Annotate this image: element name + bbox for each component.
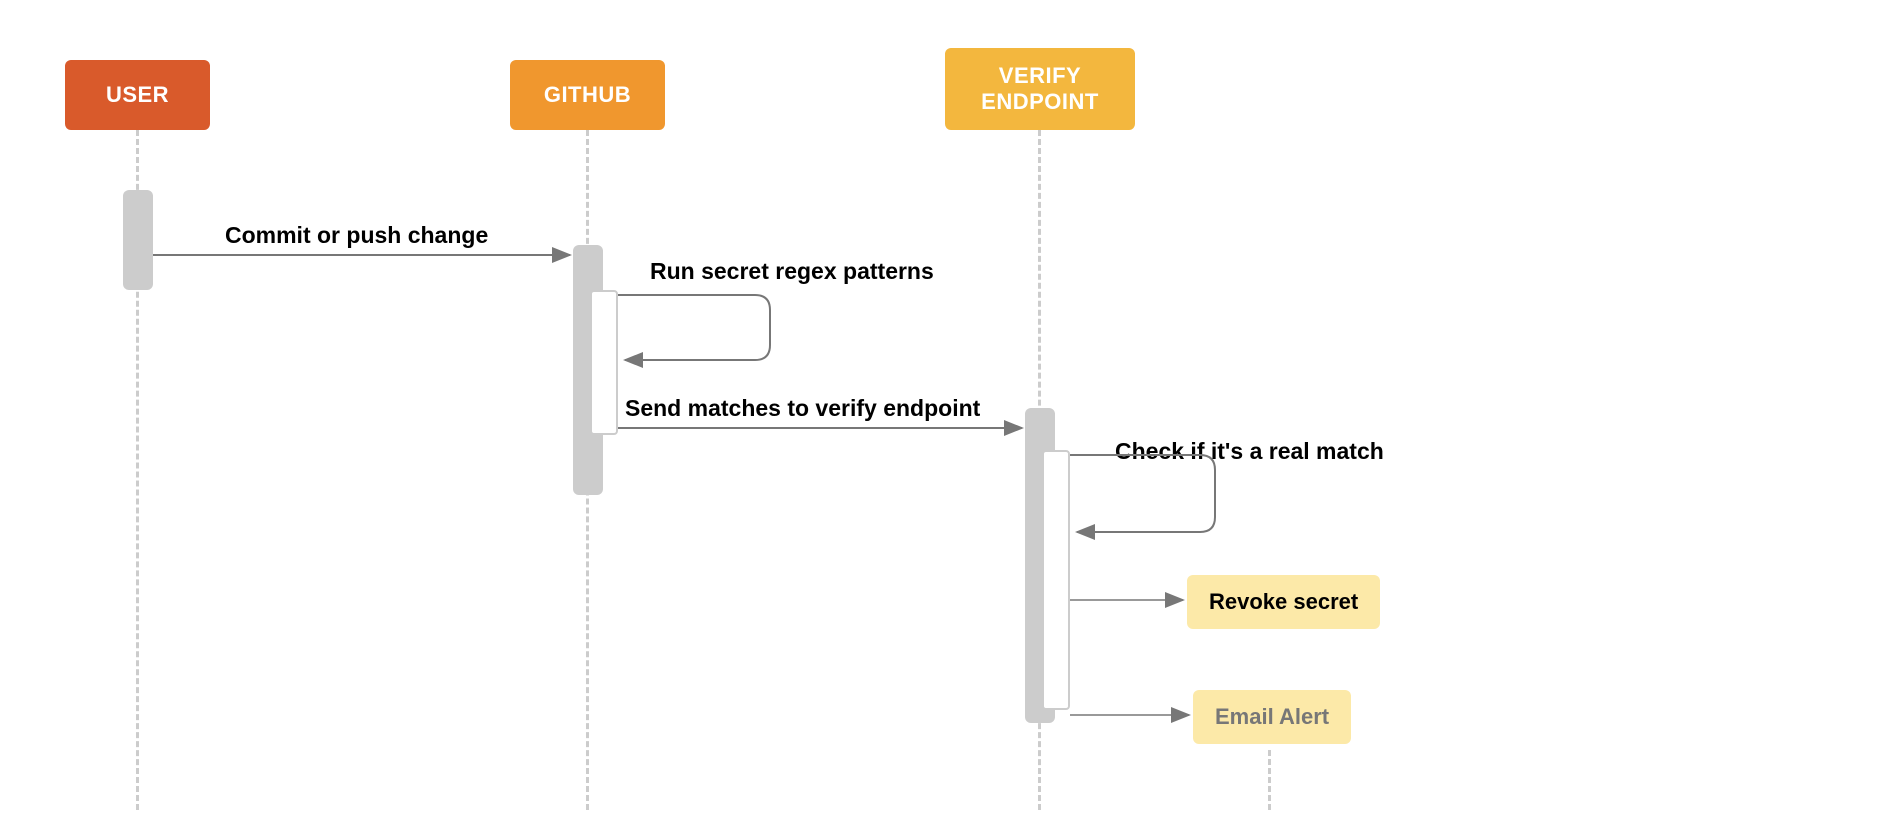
msg-check-real: Check if it's a real match [1115, 438, 1384, 465]
activation-github-inner [590, 290, 618, 435]
sequence-diagram: USER GITHUB VERIFY ENDPOINT Commit or pu… [0, 0, 1882, 836]
msg-commit-push: Commit or push change [225, 222, 488, 249]
participant-github: GITHUB [510, 60, 665, 130]
msg-send-matches: Send matches to verify endpoint [625, 395, 980, 422]
participant-user-label: USER [106, 82, 169, 108]
action-email-alert: Email Alert [1193, 690, 1351, 744]
arrow-run-regex [618, 295, 770, 360]
participant-github-label: GITHUB [544, 82, 631, 108]
participant-verify-label: VERIFY ENDPOINT [973, 63, 1107, 116]
activation-user [123, 190, 153, 290]
participant-user: USER [65, 60, 210, 130]
msg-run-regex: Run secret regex patterns [650, 258, 934, 285]
action-revoke-secret: Revoke secret [1187, 575, 1380, 629]
activation-verify-inner [1042, 450, 1070, 710]
action-email-label: Email Alert [1215, 704, 1329, 729]
arrow-check-real [1070, 455, 1215, 532]
action-revoke-label: Revoke secret [1209, 589, 1358, 614]
participant-verify: VERIFY ENDPOINT [945, 48, 1135, 130]
lifeline-email [1268, 750, 1271, 810]
